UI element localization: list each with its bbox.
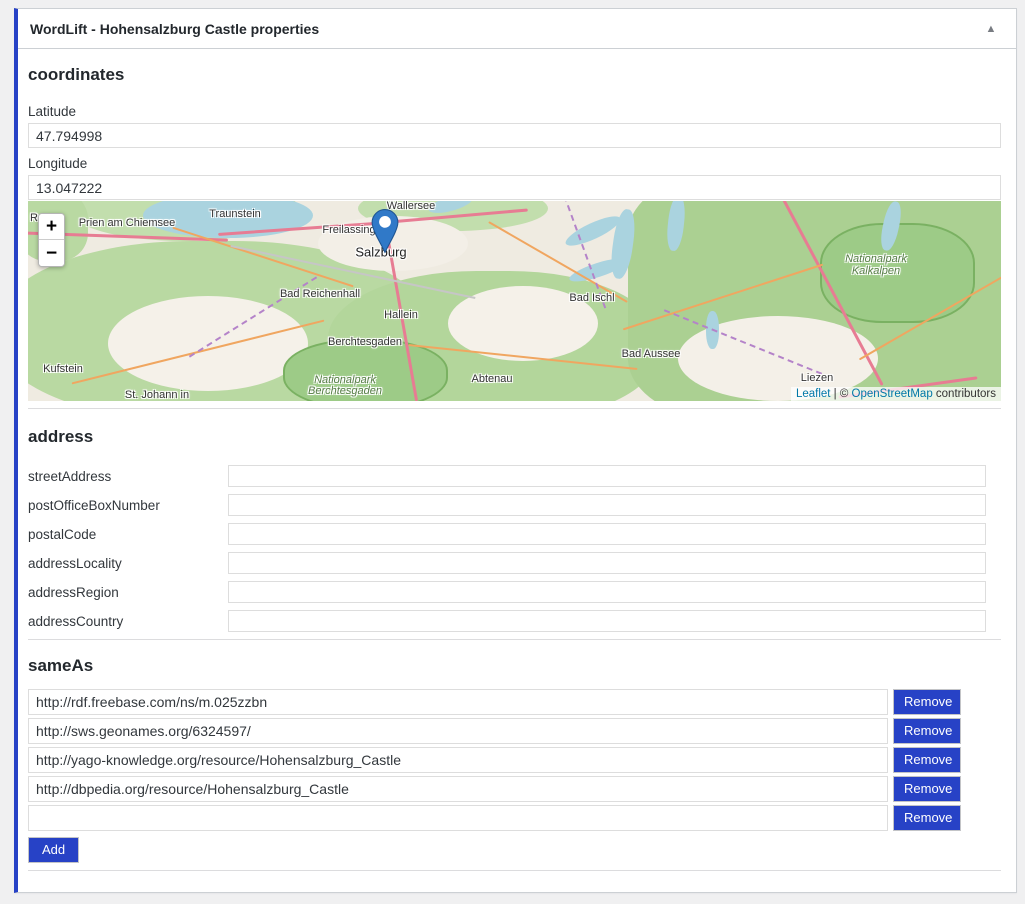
section-divider bbox=[28, 408, 1001, 409]
metabox-body: coordinates Latitude Longitude bbox=[18, 65, 1016, 891]
address-row: addressRegion bbox=[28, 581, 1001, 603]
sameas-rows: Remove Remove Remove Remove Remove Add bbox=[28, 689, 1001, 863]
zoom-out-button[interactable]: − bbox=[39, 240, 64, 266]
map-label: Bad Aussee bbox=[622, 348, 681, 360]
leaflet-map[interactable]: Wallersee Traunstein Prien am Chiemsee R… bbox=[28, 201, 1001, 401]
metabox-header: WordLift - Hohensalzburg Castle properti… bbox=[18, 9, 1016, 49]
metabox-title: WordLift - Hohensalzburg Castle properti… bbox=[30, 21, 319, 37]
address-country-input[interactable] bbox=[228, 610, 986, 632]
sameas-row: Remove bbox=[28, 747, 1001, 773]
map-attribution: Leaflet | © OpenStreetMap contributors bbox=[791, 387, 1001, 401]
address-region-input[interactable] bbox=[228, 581, 986, 603]
map-label-park: Berchtesgaden bbox=[308, 385, 382, 397]
address-row: addressLocality bbox=[28, 552, 1001, 574]
address-country-label: addressCountry bbox=[28, 614, 228, 629]
coordinates-heading: coordinates bbox=[28, 65, 1001, 84]
add-button[interactable]: Add bbox=[28, 837, 79, 863]
remove-button[interactable]: Remove bbox=[893, 747, 961, 773]
map-label: Bad Reichenhall bbox=[280, 288, 360, 300]
map-label: Freilassing bbox=[322, 224, 375, 236]
map-label: St. Johann in bbox=[125, 389, 189, 401]
post-office-box-number-label: postOfficeBoxNumber bbox=[28, 498, 228, 513]
address-row: postOfficeBoxNumber bbox=[28, 494, 1001, 516]
latitude-input[interactable] bbox=[28, 123, 1001, 148]
sameas-row: Remove bbox=[28, 689, 1001, 715]
longitude-input[interactable] bbox=[28, 175, 1001, 200]
map-marker-icon[interactable] bbox=[371, 209, 399, 258]
attribution-separator: | © bbox=[830, 388, 851, 400]
openstreetmap-link[interactable]: OpenStreetMap bbox=[852, 388, 933, 400]
map-label: Berchtesgaden bbox=[328, 336, 402, 348]
street-address-input[interactable] bbox=[228, 465, 986, 487]
section-divider bbox=[28, 870, 1001, 871]
collapse-toggle-button[interactable]: ▲ bbox=[976, 14, 1006, 44]
address-row: postalCode bbox=[28, 523, 1001, 545]
sameas-row: Remove bbox=[28, 805, 1001, 831]
street-address-label: streetAddress bbox=[28, 469, 228, 484]
map-label: Hallein bbox=[384, 309, 418, 321]
address-row: addressCountry bbox=[28, 610, 1001, 632]
map-zoom-control: + − bbox=[38, 213, 65, 267]
map-label: Bad Ischl bbox=[569, 292, 614, 304]
attribution-suffix: contributors bbox=[933, 388, 996, 400]
collapse-arrow-icon: ▲ bbox=[986, 23, 997, 35]
sameas-heading: sameAs bbox=[28, 656, 1001, 675]
wordlift-properties-metabox: WordLift - Hohensalzburg Castle properti… bbox=[14, 8, 1017, 893]
map-label: Abtenau bbox=[472, 373, 513, 385]
latitude-label: Latitude bbox=[28, 104, 1001, 119]
map-label: Liezen bbox=[801, 372, 833, 384]
address-row: streetAddress bbox=[28, 465, 1001, 487]
zoom-in-button[interactable]: + bbox=[39, 214, 64, 240]
address-region-label: addressRegion bbox=[28, 585, 228, 600]
leaflet-link[interactable]: Leaflet bbox=[796, 388, 831, 400]
map-label: Traunstein bbox=[209, 208, 261, 220]
sameas-row: Remove bbox=[28, 776, 1001, 802]
map-label: Prien am Chiemsee bbox=[79, 217, 176, 229]
longitude-label: Longitude bbox=[28, 156, 1001, 171]
remove-button[interactable]: Remove bbox=[893, 689, 961, 715]
address-locality-input[interactable] bbox=[228, 552, 986, 574]
sameas-url-input[interactable] bbox=[28, 689, 888, 715]
map-label-park: Kalkalpen bbox=[852, 265, 900, 277]
address-locality-label: addressLocality bbox=[28, 556, 228, 571]
address-fields: streetAddress postOfficeBoxNumber postal… bbox=[28, 465, 1001, 632]
post-office-box-number-input[interactable] bbox=[228, 494, 986, 516]
postal-code-label: postalCode bbox=[28, 527, 228, 542]
remove-button[interactable]: Remove bbox=[893, 718, 961, 744]
sameas-row: Remove bbox=[28, 718, 1001, 744]
sameas-url-input[interactable] bbox=[28, 747, 888, 773]
address-heading: address bbox=[28, 427, 1001, 446]
map-label-park: Nationalpark bbox=[845, 253, 907, 265]
sameas-url-input[interactable] bbox=[28, 805, 888, 831]
remove-button[interactable]: Remove bbox=[893, 776, 961, 802]
sameas-url-input[interactable] bbox=[28, 776, 888, 802]
sameas-url-input[interactable] bbox=[28, 718, 888, 744]
map-label: Kufstein bbox=[43, 363, 83, 375]
section-divider bbox=[28, 639, 1001, 640]
postal-code-input[interactable] bbox=[228, 523, 986, 545]
remove-button[interactable]: Remove bbox=[893, 805, 961, 831]
